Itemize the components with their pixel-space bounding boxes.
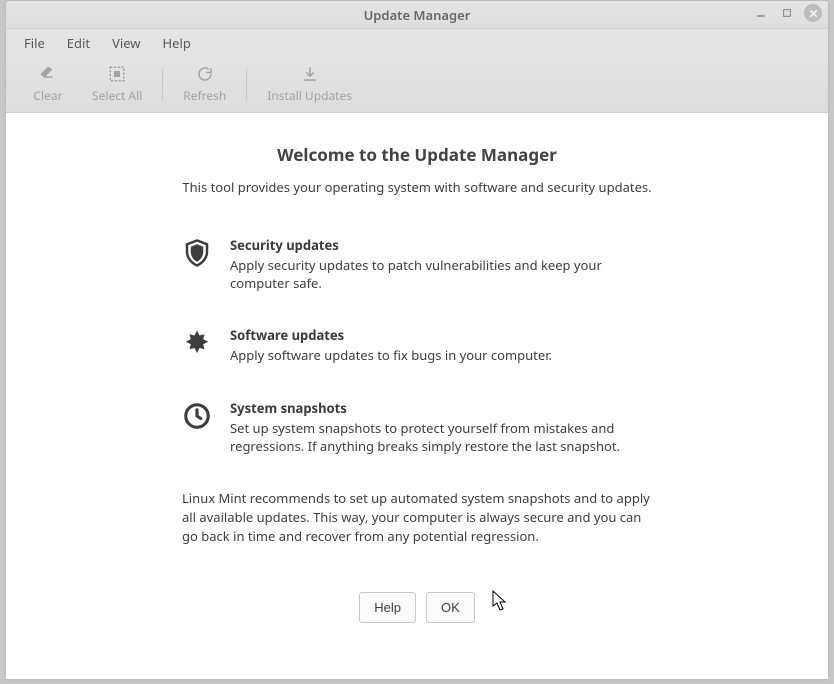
install-label: Install Updates (267, 87, 352, 104)
window-controls (752, 4, 822, 22)
clear-button[interactable]: Clear (18, 61, 78, 108)
feature-text: System snapshots Set up system snapshots… (230, 399, 652, 455)
feature-title: Security updates (230, 236, 652, 254)
clear-label: Clear (33, 87, 62, 104)
install-icon (301, 65, 319, 83)
menu-edit[interactable]: Edit (57, 30, 100, 56)
refresh-button[interactable]: Refresh (169, 61, 240, 108)
refresh-icon (196, 65, 214, 83)
clock-icon (182, 401, 212, 431)
menu-help[interactable]: Help (153, 30, 201, 56)
menu-file[interactable]: File (14, 30, 55, 56)
feature-title: System snapshots (230, 399, 652, 417)
menu-view[interactable]: View (102, 30, 150, 56)
welcome-subtitle: This tool provides your operating system… (182, 178, 651, 196)
ok-button[interactable]: OK (426, 592, 475, 623)
select-all-button[interactable]: Select All (78, 61, 156, 108)
select-all-icon (108, 65, 126, 83)
feature-snapshots: System snapshots Set up system snapshots… (182, 399, 652, 455)
toolbar-separator (162, 69, 163, 101)
feature-text: Security updates Apply security updates … (230, 236, 652, 292)
feature-security: Security updates Apply security updates … (182, 236, 652, 292)
help-button[interactable]: Help (359, 592, 416, 623)
dialog-buttons: Help OK (359, 552, 475, 659)
welcome-heading: Welcome to the Update Manager (277, 143, 557, 166)
star-burst-icon (182, 328, 212, 358)
update-manager-window: Update Manager File Edit View Help Clear (5, 0, 829, 680)
feature-description: Apply software updates to fix bugs in yo… (230, 346, 552, 364)
feature-list: Security updates Apply security updates … (182, 236, 652, 455)
feature-description: Apply security updates to patch vulnerab… (230, 256, 652, 292)
toolbar-separator (246, 69, 247, 101)
install-updates-button[interactable]: Install Updates (253, 61, 366, 108)
close-button[interactable] (804, 4, 822, 22)
feature-text: Software updates Apply software updates … (230, 326, 552, 364)
feature-software: Software updates Apply software updates … (182, 326, 652, 364)
clear-icon (39, 65, 57, 83)
main-content: Welcome to the Update Manager This tool … (6, 113, 828, 679)
feature-title: Software updates (230, 326, 552, 344)
refresh-label: Refresh (183, 87, 226, 104)
window-title: Update Manager (364, 6, 471, 24)
select-all-label: Select All (92, 87, 142, 104)
toolbar: Clear Select All Refresh Install Updates (6, 57, 828, 113)
recommendation-text: Linux Mint recommends to set up automate… (182, 489, 652, 546)
maximize-button[interactable] (778, 4, 796, 22)
feature-description: Set up system snapshots to protect yours… (230, 419, 652, 455)
titlebar: Update Manager (6, 1, 828, 29)
shield-icon (182, 238, 212, 268)
minimize-button[interactable] (752, 4, 770, 22)
menubar: File Edit View Help (6, 29, 828, 57)
